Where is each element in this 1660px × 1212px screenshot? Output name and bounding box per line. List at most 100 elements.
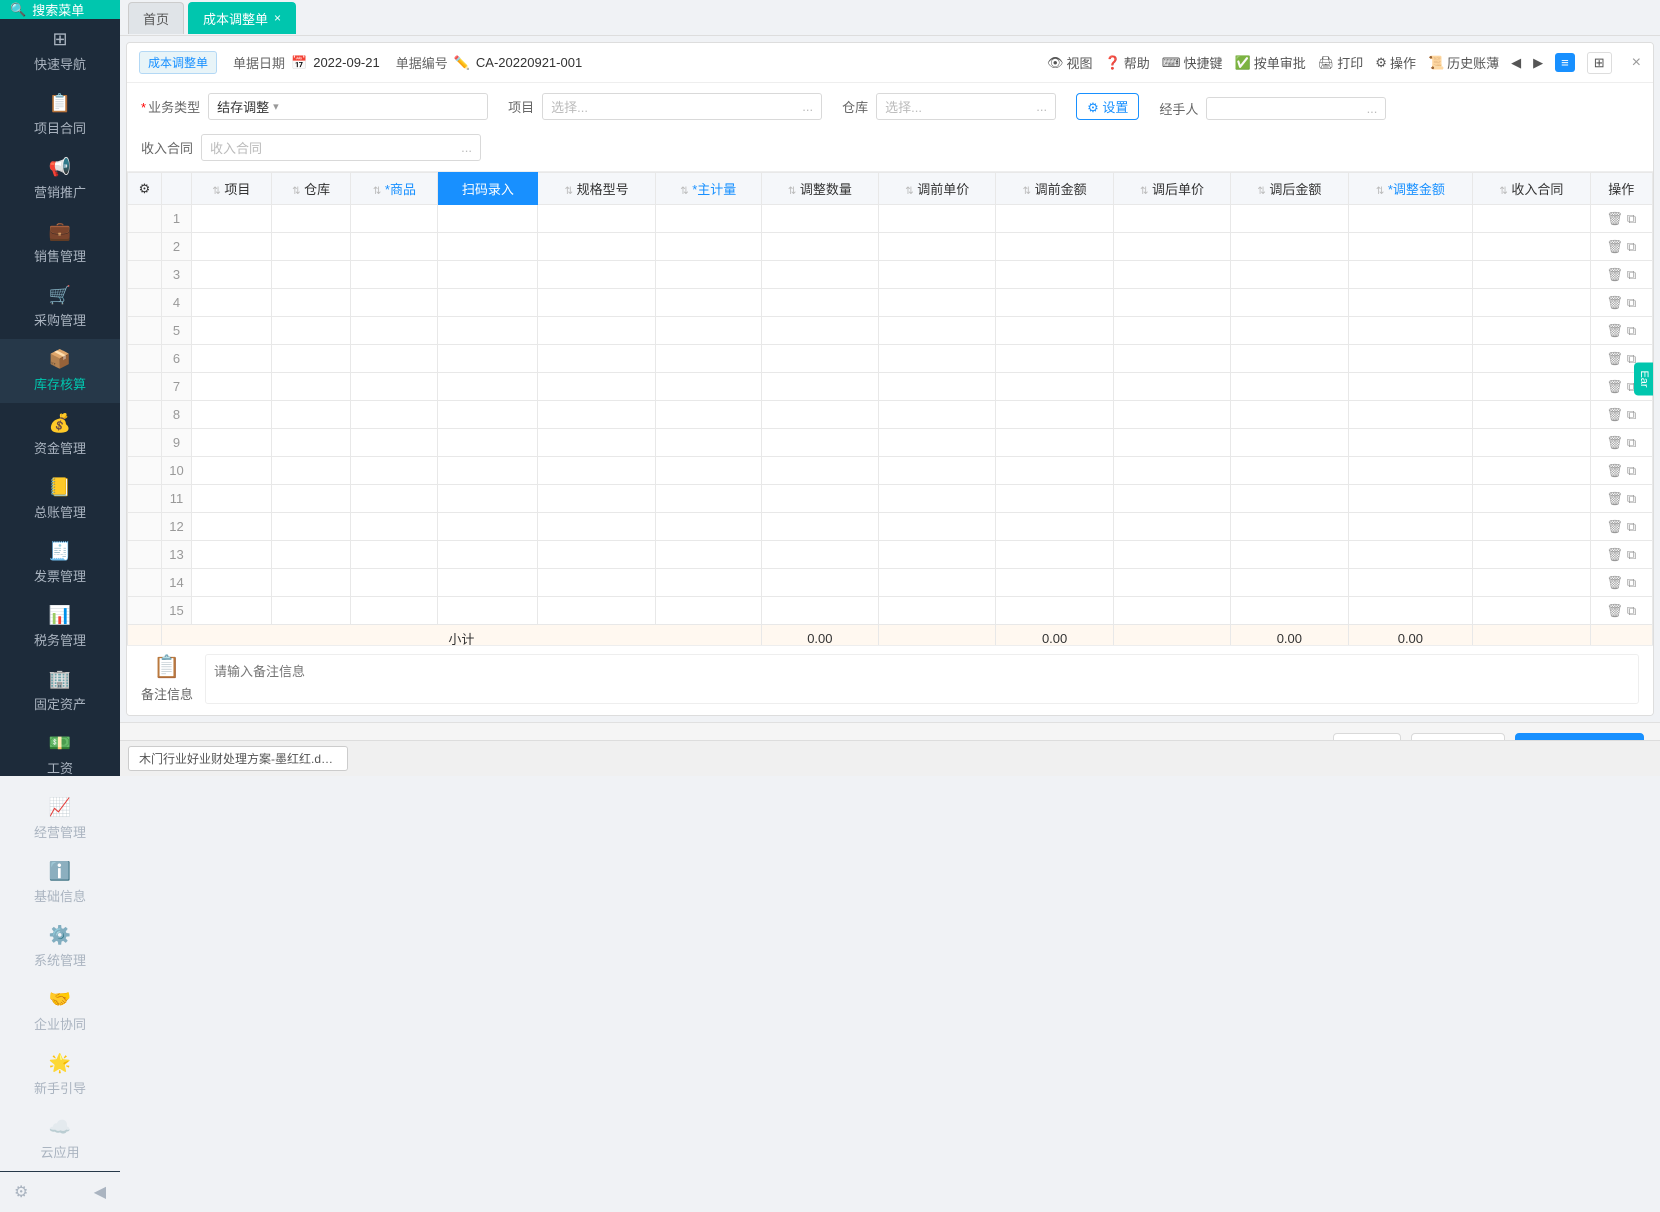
delete-icon[interactable]: 🗑	[1606, 435, 1623, 451]
approve-action[interactable]: ✅ 按单审批	[1235, 53, 1306, 72]
sidebar-item-fixed-assets[interactable]: 🏢 固定资产	[0, 659, 120, 723]
table-cell[interactable]	[1231, 569, 1348, 597]
settings-icon[interactable]: ⚙	[14, 1182, 28, 1202]
sidebar-item-tax-mgmt[interactable]: 📊 税务管理	[0, 595, 120, 659]
delete-icon[interactable]: 🗑	[1606, 575, 1623, 591]
sidebar-search[interactable]: 🔍 搜索菜单	[0, 0, 120, 19]
table-cell[interactable]	[761, 289, 878, 317]
copy-icon[interactable]: ⧉	[1627, 575, 1636, 591]
col-after-amount[interactable]: ⇅ 调后金额	[1231, 173, 1348, 205]
tab-home[interactable]: 首页	[128, 2, 184, 34]
table-cell[interactable]	[271, 401, 351, 429]
shortcut-action[interactable]: ⌨ 快捷键	[1162, 53, 1223, 72]
delete-icon[interactable]: 🗑	[1606, 295, 1623, 311]
table-cell[interactable]	[192, 401, 272, 429]
right-edge-tab[interactable]: Ear	[1634, 362, 1654, 395]
table-cell[interactable]	[655, 317, 761, 345]
table-cell[interactable]	[438, 401, 538, 429]
business-type-select[interactable]: 结存调整 ▾	[208, 93, 488, 120]
table-cell[interactable]	[351, 569, 438, 597]
table-row[interactable]: 12🗑⧉	[128, 513, 1653, 541]
table-row[interactable]: 4🗑⧉	[128, 289, 1653, 317]
table-cell[interactable]	[351, 429, 438, 457]
project-select[interactable]: 选择... ...	[542, 93, 822, 120]
col-income-contract[interactable]: ⇅ 收入合同	[1473, 173, 1590, 205]
table-cell[interactable]	[438, 569, 538, 597]
tab-cost-adjust[interactable]: 成本调整单 ×	[188, 2, 296, 34]
table-cell[interactable]	[879, 345, 996, 373]
table-cell[interactable]	[655, 233, 761, 261]
table-cell[interactable]	[1231, 345, 1348, 373]
copy-icon[interactable]: ⧉	[1627, 295, 1636, 311]
table-cell[interactable]	[192, 513, 272, 541]
table-cell[interactable]	[1473, 401, 1590, 429]
table-cell[interactable]	[271, 261, 351, 289]
table-cell[interactable]	[271, 289, 351, 317]
table-row[interactable]: 8🗑⧉	[128, 401, 1653, 429]
operation-action[interactable]: ⚙ 操作	[1375, 53, 1416, 72]
table-cell[interactable]	[879, 289, 996, 317]
table-cell[interactable]	[351, 205, 438, 233]
col-unit[interactable]: ⇅ *主计量	[655, 173, 761, 205]
copy-icon[interactable]: ⧉	[1627, 603, 1636, 619]
table-cell[interactable]	[1113, 485, 1230, 513]
table-cell[interactable]	[761, 401, 878, 429]
table-cell[interactable]	[1473, 317, 1590, 345]
warehouse-select[interactable]: 选择... ...	[876, 93, 1056, 120]
table-cell[interactable]	[996, 457, 1113, 485]
table-cell[interactable]	[1348, 457, 1473, 485]
settings-button[interactable]: ⚙ 设置	[1076, 93, 1139, 120]
table-cell[interactable]	[192, 429, 272, 457]
table-cell[interactable]	[996, 401, 1113, 429]
table-cell[interactable]	[538, 373, 655, 401]
table-cell[interactable]	[655, 261, 761, 289]
table-cell[interactable]	[996, 233, 1113, 261]
table-cell[interactable]	[879, 317, 996, 345]
table-cell[interactable]	[1348, 205, 1473, 233]
table-cell[interactable]	[1348, 513, 1473, 541]
sidebar-item-project-contract[interactable]: 📋 项目合同	[0, 83, 120, 147]
history-action[interactable]: 📜 历史账薄	[1428, 53, 1499, 72]
table-cell[interactable]	[538, 429, 655, 457]
table-cell[interactable]	[538, 233, 655, 261]
table-cell[interactable]	[351, 541, 438, 569]
table-cell[interactable]	[438, 597, 538, 625]
table-cell[interactable]	[1348, 261, 1473, 289]
table-cell[interactable]	[1113, 597, 1230, 625]
table-cell[interactable]	[271, 541, 351, 569]
table-cell[interactable]	[438, 457, 538, 485]
table-cell[interactable]	[761, 317, 878, 345]
table-cell[interactable]	[879, 569, 996, 597]
table-cell[interactable]	[271, 345, 351, 373]
table-cell[interactable]	[879, 457, 996, 485]
sidebar-item-new-guide[interactable]: 🌟 新手引导	[0, 1043, 120, 1107]
view-toggle-1[interactable]: ≡	[1555, 53, 1575, 72]
table-cell[interactable]	[438, 541, 538, 569]
table-cell[interactable]	[351, 345, 438, 373]
table-cell[interactable]	[192, 597, 272, 625]
sidebar-item-basic-info[interactable]: ℹ️ 基础信息	[0, 851, 120, 915]
table-cell[interactable]	[655, 289, 761, 317]
table-cell[interactable]	[1231, 485, 1348, 513]
table-cell[interactable]	[351, 597, 438, 625]
col-warehouse[interactable]: ⇅ 仓库	[271, 173, 351, 205]
table-cell[interactable]	[1473, 541, 1590, 569]
table-cell[interactable]	[655, 205, 761, 233]
table-cell[interactable]	[438, 205, 538, 233]
table-cell[interactable]	[438, 233, 538, 261]
copy-icon[interactable]: ⧉	[1627, 407, 1636, 423]
table-cell[interactable]	[761, 261, 878, 289]
table-cell[interactable]	[438, 513, 538, 541]
table-cell[interactable]	[1348, 401, 1473, 429]
table-cell[interactable]	[655, 597, 761, 625]
table-cell[interactable]	[1231, 597, 1348, 625]
table-cell[interactable]	[538, 569, 655, 597]
table-cell[interactable]	[438, 317, 538, 345]
table-row[interactable]: 1🗑⧉	[128, 205, 1653, 233]
table-cell[interactable]	[1113, 261, 1230, 289]
table-cell[interactable]	[996, 597, 1113, 625]
table-row[interactable]: 6🗑⧉	[128, 345, 1653, 373]
table-cell[interactable]	[996, 429, 1113, 457]
table-cell[interactable]	[192, 261, 272, 289]
table-cell[interactable]	[1348, 429, 1473, 457]
